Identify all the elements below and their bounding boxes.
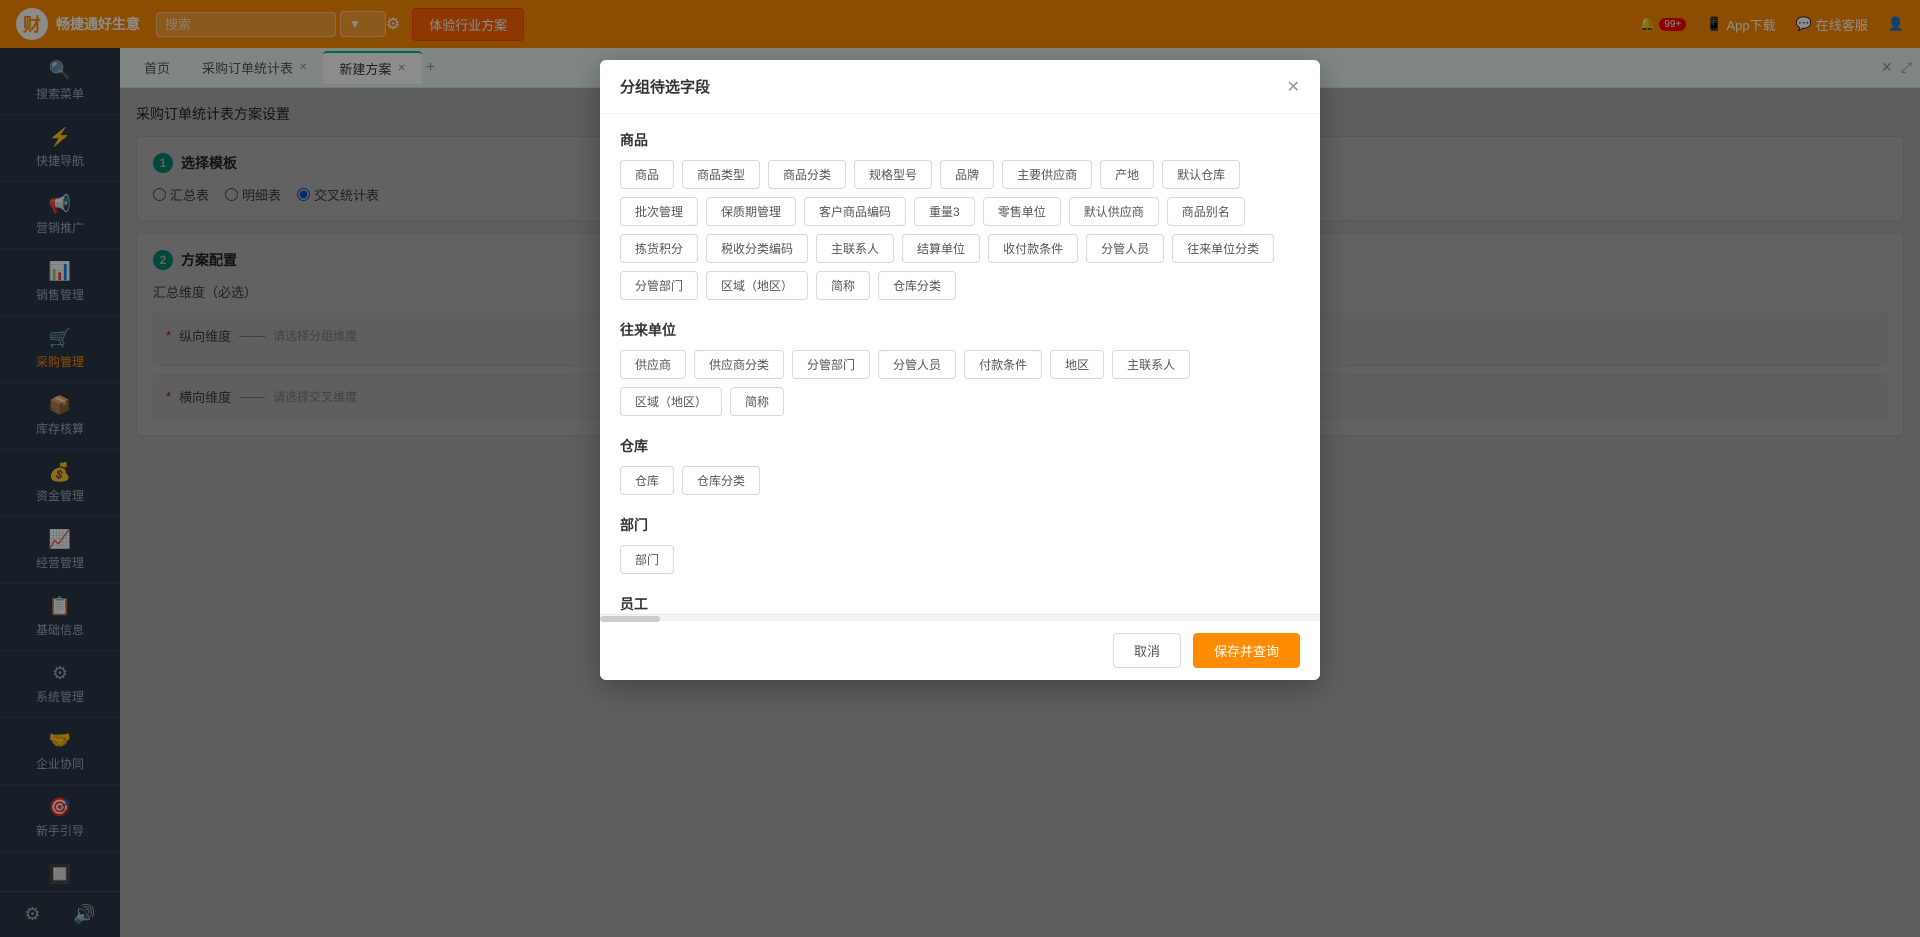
modal-title: 分组待选字段 (620, 76, 710, 97)
chip-goods-partner-category[interactable]: 往来单位分类 (1172, 234, 1274, 263)
chip-goods-manager[interactable]: 分管人员 (1086, 234, 1164, 263)
chip-goods-retail-unit[interactable]: 零售单位 (983, 197, 1061, 226)
modal-horizontal-scrollbar[interactable] (600, 614, 1320, 620)
chip-goods[interactable]: 商品 (620, 160, 674, 189)
chip-goods-default-warehouse[interactable]: 默认仓库 (1162, 160, 1240, 189)
field-group-employee: 员工 业务员 (620, 594, 1300, 614)
goods-chips: 商品 商品类型 商品分类 规格型号 品牌 主要供应商 产地 默认仓库 批次管理 … (620, 160, 1300, 300)
modal-body: 商品 商品 商品类型 商品分类 规格型号 品牌 主要供应商 产地 默认仓库 批次… (600, 114, 1320, 614)
modal-footer: 取消 保存并查询 (600, 620, 1320, 680)
chip-goods-settlement-unit[interactable]: 结算单位 (902, 234, 980, 263)
field-group-employee-title: 员工 (620, 594, 1300, 614)
chip-goods-weight[interactable]: 重量3 (914, 197, 975, 226)
chip-department[interactable]: 部门 (620, 545, 674, 574)
chip-warehouse-category[interactable]: 仓库分类 (682, 466, 760, 495)
modal-overlay: 分组待选字段 ✕ 商品 商品 商品类型 商品分类 规格型号 品牌 主要供应商 产… (0, 0, 1920, 937)
chip-partner-manager[interactable]: 分管人员 (878, 350, 956, 379)
chip-goods-model[interactable]: 规格型号 (854, 160, 932, 189)
chip-goods-short-name[interactable]: 简称 (816, 271, 870, 300)
field-group-goods: 商品 商品 商品类型 商品分类 规格型号 品牌 主要供应商 产地 默认仓库 批次… (620, 130, 1300, 300)
field-group-partner-title: 往来单位 (620, 320, 1300, 340)
chip-goods-customer-code[interactable]: 客户商品编码 (804, 197, 906, 226)
chip-goods-region[interactable]: 区域（地区） (706, 271, 808, 300)
department-chips: 部门 (620, 545, 1300, 574)
chip-goods-payment-terms[interactable]: 收付款条件 (988, 234, 1078, 263)
chip-goods-pick-score[interactable]: 拣货积分 (620, 234, 698, 263)
chip-partner-dept[interactable]: 分管部门 (792, 350, 870, 379)
partner-chips: 供应商 供应商分类 分管部门 分管人员 付款条件 地区 主联系人 区域（地区） … (620, 350, 1300, 416)
modal-field-selector: 分组待选字段 ✕ 商品 商品 商品类型 商品分类 规格型号 品牌 主要供应商 产… (600, 60, 1320, 680)
chip-partner-payment[interactable]: 付款条件 (964, 350, 1042, 379)
chip-supplier[interactable]: 供应商 (620, 350, 686, 379)
chip-warehouse[interactable]: 仓库 (620, 466, 674, 495)
field-group-department-title: 部门 (620, 515, 1300, 535)
chip-goods-default-supplier[interactable]: 默认供应商 (1069, 197, 1159, 226)
chip-partner-short-name[interactable]: 简称 (730, 387, 784, 416)
chip-goods-brand[interactable]: 品牌 (940, 160, 994, 189)
modal-confirm-btn[interactable]: 保存并查询 (1193, 633, 1300, 668)
chip-goods-main-contact[interactable]: 主联系人 (816, 234, 894, 263)
chip-goods-batch[interactable]: 批次管理 (620, 197, 698, 226)
modal-header: 分组待选字段 ✕ (600, 60, 1320, 114)
chip-goods-type[interactable]: 商品类型 (682, 160, 760, 189)
chip-partner-area[interactable]: 区域（地区） (620, 387, 722, 416)
chip-partner-region[interactable]: 地区 (1050, 350, 1104, 379)
modal-scrollbar-thumb (600, 616, 660, 622)
field-group-partner: 往来单位 供应商 供应商分类 分管部门 分管人员 付款条件 地区 主联系人 区域… (620, 320, 1300, 416)
field-group-department: 部门 部门 (620, 515, 1300, 574)
chip-goods-category[interactable]: 商品分类 (768, 160, 846, 189)
chip-partner-contact[interactable]: 主联系人 (1112, 350, 1190, 379)
modal-cancel-btn[interactable]: 取消 (1113, 633, 1181, 668)
chip-goods-dept[interactable]: 分管部门 (620, 271, 698, 300)
field-group-goods-title: 商品 (620, 130, 1300, 150)
chip-goods-main-supplier[interactable]: 主要供应商 (1002, 160, 1092, 189)
modal-close-btn[interactable]: ✕ (1287, 77, 1300, 97)
chip-supplier-category[interactable]: 供应商分类 (694, 350, 784, 379)
chip-goods-warehouse-cat[interactable]: 仓库分类 (878, 271, 956, 300)
chip-goods-alias[interactable]: 商品别名 (1167, 197, 1245, 226)
chip-goods-tax-code[interactable]: 税收分类编码 (706, 234, 808, 263)
field-group-warehouse: 仓库 仓库 仓库分类 (620, 436, 1300, 495)
chip-goods-origin[interactable]: 产地 (1100, 160, 1154, 189)
field-group-warehouse-title: 仓库 (620, 436, 1300, 456)
warehouse-chips: 仓库 仓库分类 (620, 466, 1300, 495)
chip-goods-expiry[interactable]: 保质期管理 (706, 197, 796, 226)
